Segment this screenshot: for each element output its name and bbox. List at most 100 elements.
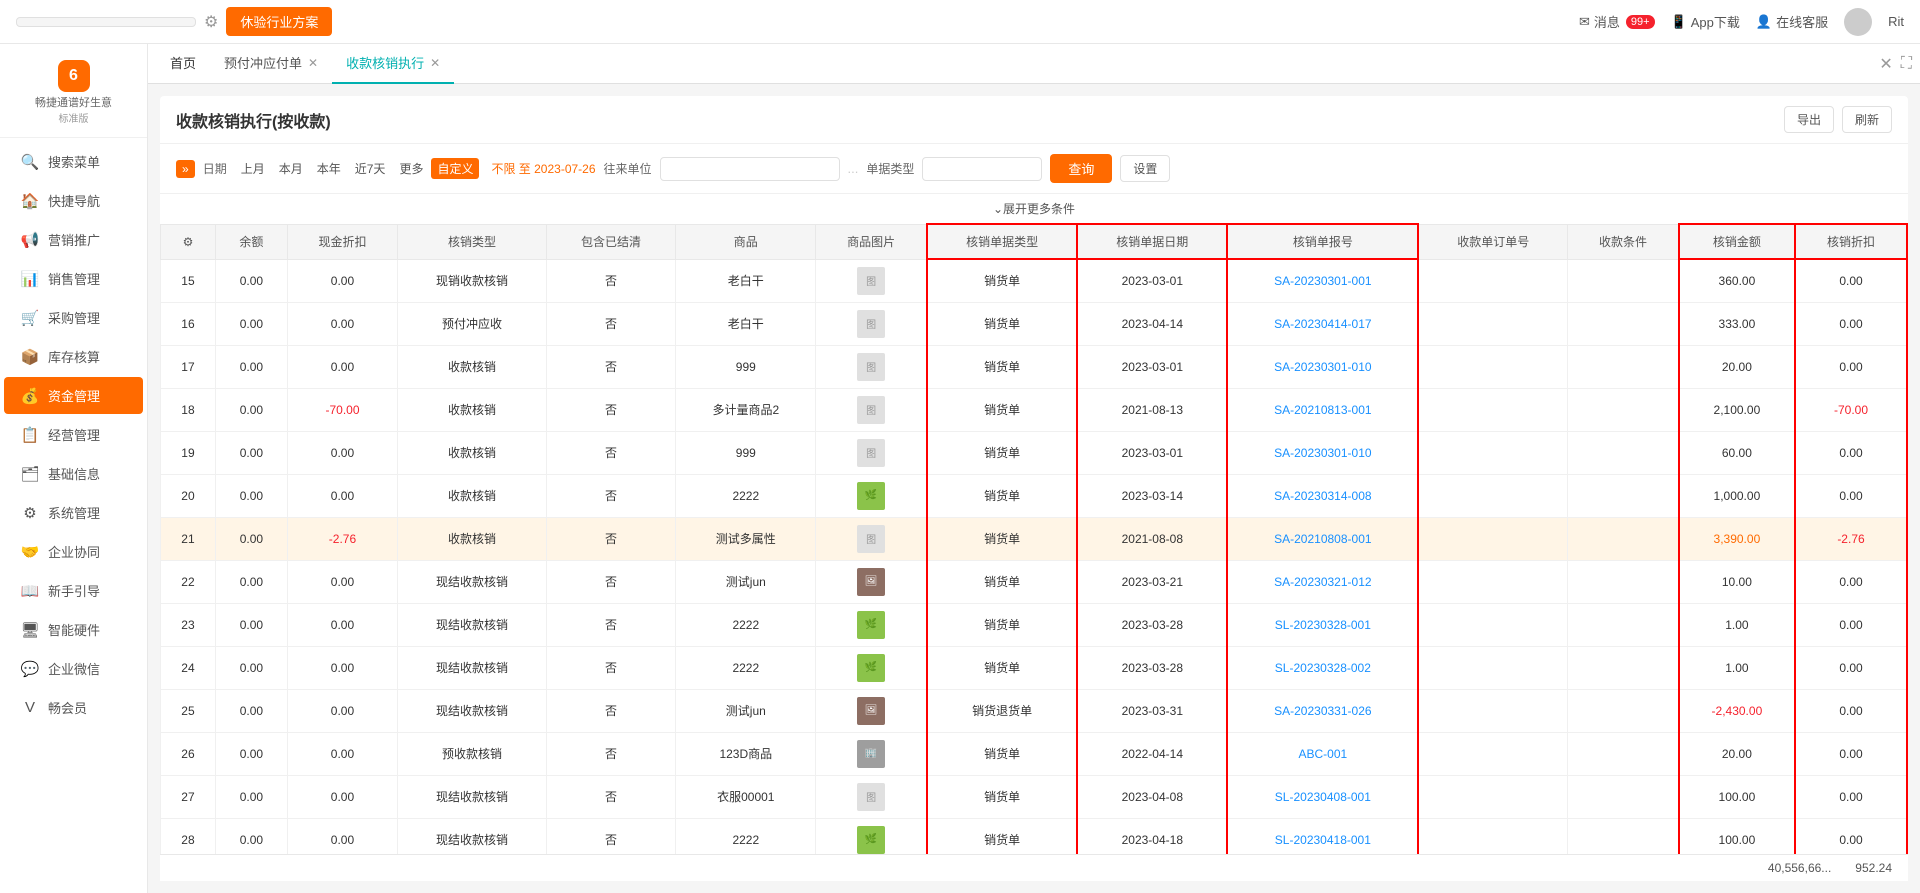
maximize-icon[interactable]: ⛶ <box>1901 55 1912 73</box>
table-row: 250.000.00现结收款核销否测试jun🖼销货退货单2023-03-31SA… <box>161 689 1908 732</box>
date-btn-this-year[interactable]: 本年 <box>311 158 347 179</box>
date-btn-last-month[interactable]: 上月 <box>235 158 271 179</box>
page-body: 收款核销执行(按收款) 导出 刷新 » 日期 上月 本月 本年 近7天 更多 自… <box>148 84 1920 893</box>
table-footer: 40,556,66... 952.24 <box>160 854 1908 881</box>
tabs-bar: 首页 预付冲应付单 ✕ 收款核销执行 ✕ ✕ ⛶ <box>148 44 1920 84</box>
sidebar-item-enterprise[interactable]: 🤝 企业协同 <box>4 533 143 570</box>
filter-expand-icon[interactable]: » <box>176 160 195 178</box>
marketing-icon: 📢 <box>20 231 40 249</box>
date-btn-this-month[interactable]: 本月 <box>273 158 309 179</box>
sales-icon: 📊 <box>20 270 40 288</box>
th-balance: 余额 <box>215 224 287 259</box>
bill-no-link[interactable]: SL-20230328-002 <box>1275 661 1371 675</box>
table-row: 230.000.00现结收款核销否2222🌿销货单2023-03-28SL-20… <box>161 603 1908 646</box>
filter-bar: » 日期 上月 本月 本年 近7天 更多 自定义 不限 至 2023-07-26… <box>160 143 1908 193</box>
table-row: 200.000.00收款核销否2222🌿销货单2023-03-14SA-2023… <box>161 474 1908 517</box>
bill-no-link[interactable]: SL-20230328-001 <box>1275 618 1371 632</box>
bill-no-link[interactable]: SA-20230414-017 <box>1274 317 1371 331</box>
bill-type-select[interactable] <box>922 157 1042 181</box>
sidebar-item-system[interactable]: ⚙ 系统管理 <box>4 494 143 531</box>
logo-icon: 6 <box>58 60 90 92</box>
table-container[interactable]: ⚙ 余额 现金折扣 核销类型 包含已结清 商品 商品图片 核销单据类型 核销单据… <box>160 223 1908 854</box>
table-row: 240.000.00现结收款核销否2222🌿销货单2023-03-28SL-20… <box>161 646 1908 689</box>
bill-no-link[interactable]: SA-20230301-010 <box>1274 446 1371 460</box>
bill-no-link[interactable]: SA-20230314-008 <box>1274 489 1371 503</box>
address-bar[interactable] <box>16 17 196 27</box>
bill-no-link[interactable]: ABC-001 <box>1298 747 1347 761</box>
main-content: 首页 预付冲应付单 ✕ 收款核销执行 ✕ ✕ ⛶ 收款核销执行(按收款) 导出 <box>148 44 1920 893</box>
sidebar-item-finance[interactable]: 💰 资金管理 <box>4 377 143 414</box>
th-include-settled: 包含已结清 <box>546 224 675 259</box>
refresh-btn[interactable]: 刷新 <box>1842 106 1892 133</box>
sidebar-item-operations[interactable]: 📋 经营管理 <box>4 416 143 453</box>
sidebar-item-purchase[interactable]: 🛒 采购管理 <box>4 299 143 336</box>
th-write-off-amount: 核销金额 <box>1679 224 1795 259</box>
online-support-btn[interactable]: 👤 在线客服 <box>1756 12 1828 31</box>
table-row: 180.00-70.00收款核销否多计量商品2图销货单2021-08-13SA-… <box>161 388 1908 431</box>
expand-bar[interactable]: ⌄ 展开更多条件 <box>160 193 1908 223</box>
th-cash-discount: 现金折扣 <box>287 224 397 259</box>
logo-badge: 标准版 <box>59 110 89 125</box>
app-download-btn[interactable]: 📱 App下载 <box>1671 12 1740 31</box>
bill-no-link[interactable]: SA-20230301-010 <box>1274 360 1371 374</box>
bill-no-link[interactable]: SL-20230408-001 <box>1275 790 1371 804</box>
close-window-icon[interactable]: ✕ <box>1879 54 1892 74</box>
bill-no-link[interactable]: SA-20230321-012 <box>1274 575 1371 589</box>
tab-receipt[interactable]: 收款核销执行 ✕ <box>332 44 454 84</box>
sidebar-item-basic-info[interactable]: 🗂 基础信息 <box>4 455 143 492</box>
product-image: 图 <box>857 267 885 295</box>
bill-no-link[interactable]: SL-20230418-001 <box>1275 833 1371 847</box>
bill-type-label: 单据类型 <box>866 160 914 177</box>
sidebar-item-wechat[interactable]: 💬 企业微信 <box>4 650 143 687</box>
messages-btn[interactable]: ✉ 消息 99+ <box>1579 12 1655 31</box>
avatar[interactable] <box>1844 8 1872 36</box>
bill-no-link[interactable]: SA-20210808-001 <box>1274 532 1371 546</box>
bill-no-link[interactable]: SA-20230301-001 <box>1274 274 1371 288</box>
product-image: 图 <box>857 783 885 811</box>
bill-no-link[interactable]: SA-20230331-026 <box>1274 704 1371 718</box>
date-btn-more[interactable]: 更多 <box>393 158 429 179</box>
date-btn-7days[interactable]: 近7天 <box>349 158 392 179</box>
th-settings[interactable]: ⚙ <box>161 224 216 259</box>
sidebar-item-member[interactable]: V 畅会员 <box>4 689 143 726</box>
basic-info-icon: 🗂 <box>20 465 40 483</box>
sidebar-item-inventory[interactable]: 📦 库存核算 <box>4 338 143 375</box>
gear-icon[interactable]: ⚙ <box>204 12 218 32</box>
tab-prepay-close[interactable]: ✕ <box>308 56 318 70</box>
sidebar-item-guide[interactable]: 📖 新手引导 <box>4 572 143 609</box>
user-name: Rit <box>1888 14 1904 29</box>
th-write-off-bill-type: 核销单据类型 <box>927 224 1077 259</box>
export-btn[interactable]: 导出 <box>1784 106 1834 133</box>
industry-btn[interactable]: 休验行业方案 <box>226 7 332 36</box>
product-image: 🌿 <box>857 654 885 682</box>
sidebar-item-search[interactable]: 🔍 搜索菜单 <box>4 143 143 180</box>
th-receipt-order-no: 收款单订单号 <box>1418 224 1567 259</box>
table-row: 170.000.00收款核销否999图销货单2023-03-01SA-20230… <box>161 345 1908 388</box>
bill-no-link[interactable]: SA-20210813-001 <box>1274 403 1371 417</box>
tab-home[interactable]: 首页 <box>156 44 210 84</box>
page-title: 收款核销执行(按收款) <box>176 108 331 132</box>
product-image: 图 <box>857 310 885 338</box>
sidebar-item-hardware[interactable]: 🖥 智能硬件 <box>4 611 143 648</box>
tab-prepay[interactable]: 预付冲应付单 ✕ <box>210 44 332 84</box>
top-bar: ⚙ 休验行业方案 ✉ 消息 99+ 📱 App下载 👤 在线客服 Rit <box>0 0 1920 44</box>
product-image: 🌿 <box>857 826 885 854</box>
logo-text: 畅捷通谱好生意 <box>35 94 112 110</box>
sidebar-item-sales[interactable]: 📊 销售管理 <box>4 260 143 297</box>
sidebar-item-quick-nav[interactable]: 🏠 快捷导航 <box>4 182 143 219</box>
date-btn-custom[interactable]: 自定义 <box>431 158 479 179</box>
page-header: 收款核销执行(按收款) 导出 刷新 <box>160 96 1908 143</box>
query-btn[interactable]: 查询 <box>1050 154 1112 183</box>
tab-receipt-close[interactable]: ✕ <box>430 56 440 70</box>
sidebar-item-marketing[interactable]: 📢 营销推广 <box>4 221 143 258</box>
from-unit-input[interactable] <box>660 157 840 181</box>
logo-area: 6 畅捷通谱好生意 标准版 <box>0 52 147 138</box>
th-write-off-bill-no: 核销单报号 <box>1227 224 1418 259</box>
table-row: 270.000.00现结收款核销否衣服00001图销货单2023-04-08SL… <box>161 775 1908 818</box>
message-icon: ✉ <box>1579 14 1590 30</box>
setting-btn[interactable]: 设置 <box>1120 155 1170 182</box>
operations-icon: 📋 <box>20 426 40 444</box>
table-row: 280.000.00现结收款核销否2222🌿销货单2023-04-18SL-20… <box>161 818 1908 854</box>
footer-total-discount: 952.24 <box>1855 861 1892 875</box>
product-image: 🌿 <box>857 482 885 510</box>
